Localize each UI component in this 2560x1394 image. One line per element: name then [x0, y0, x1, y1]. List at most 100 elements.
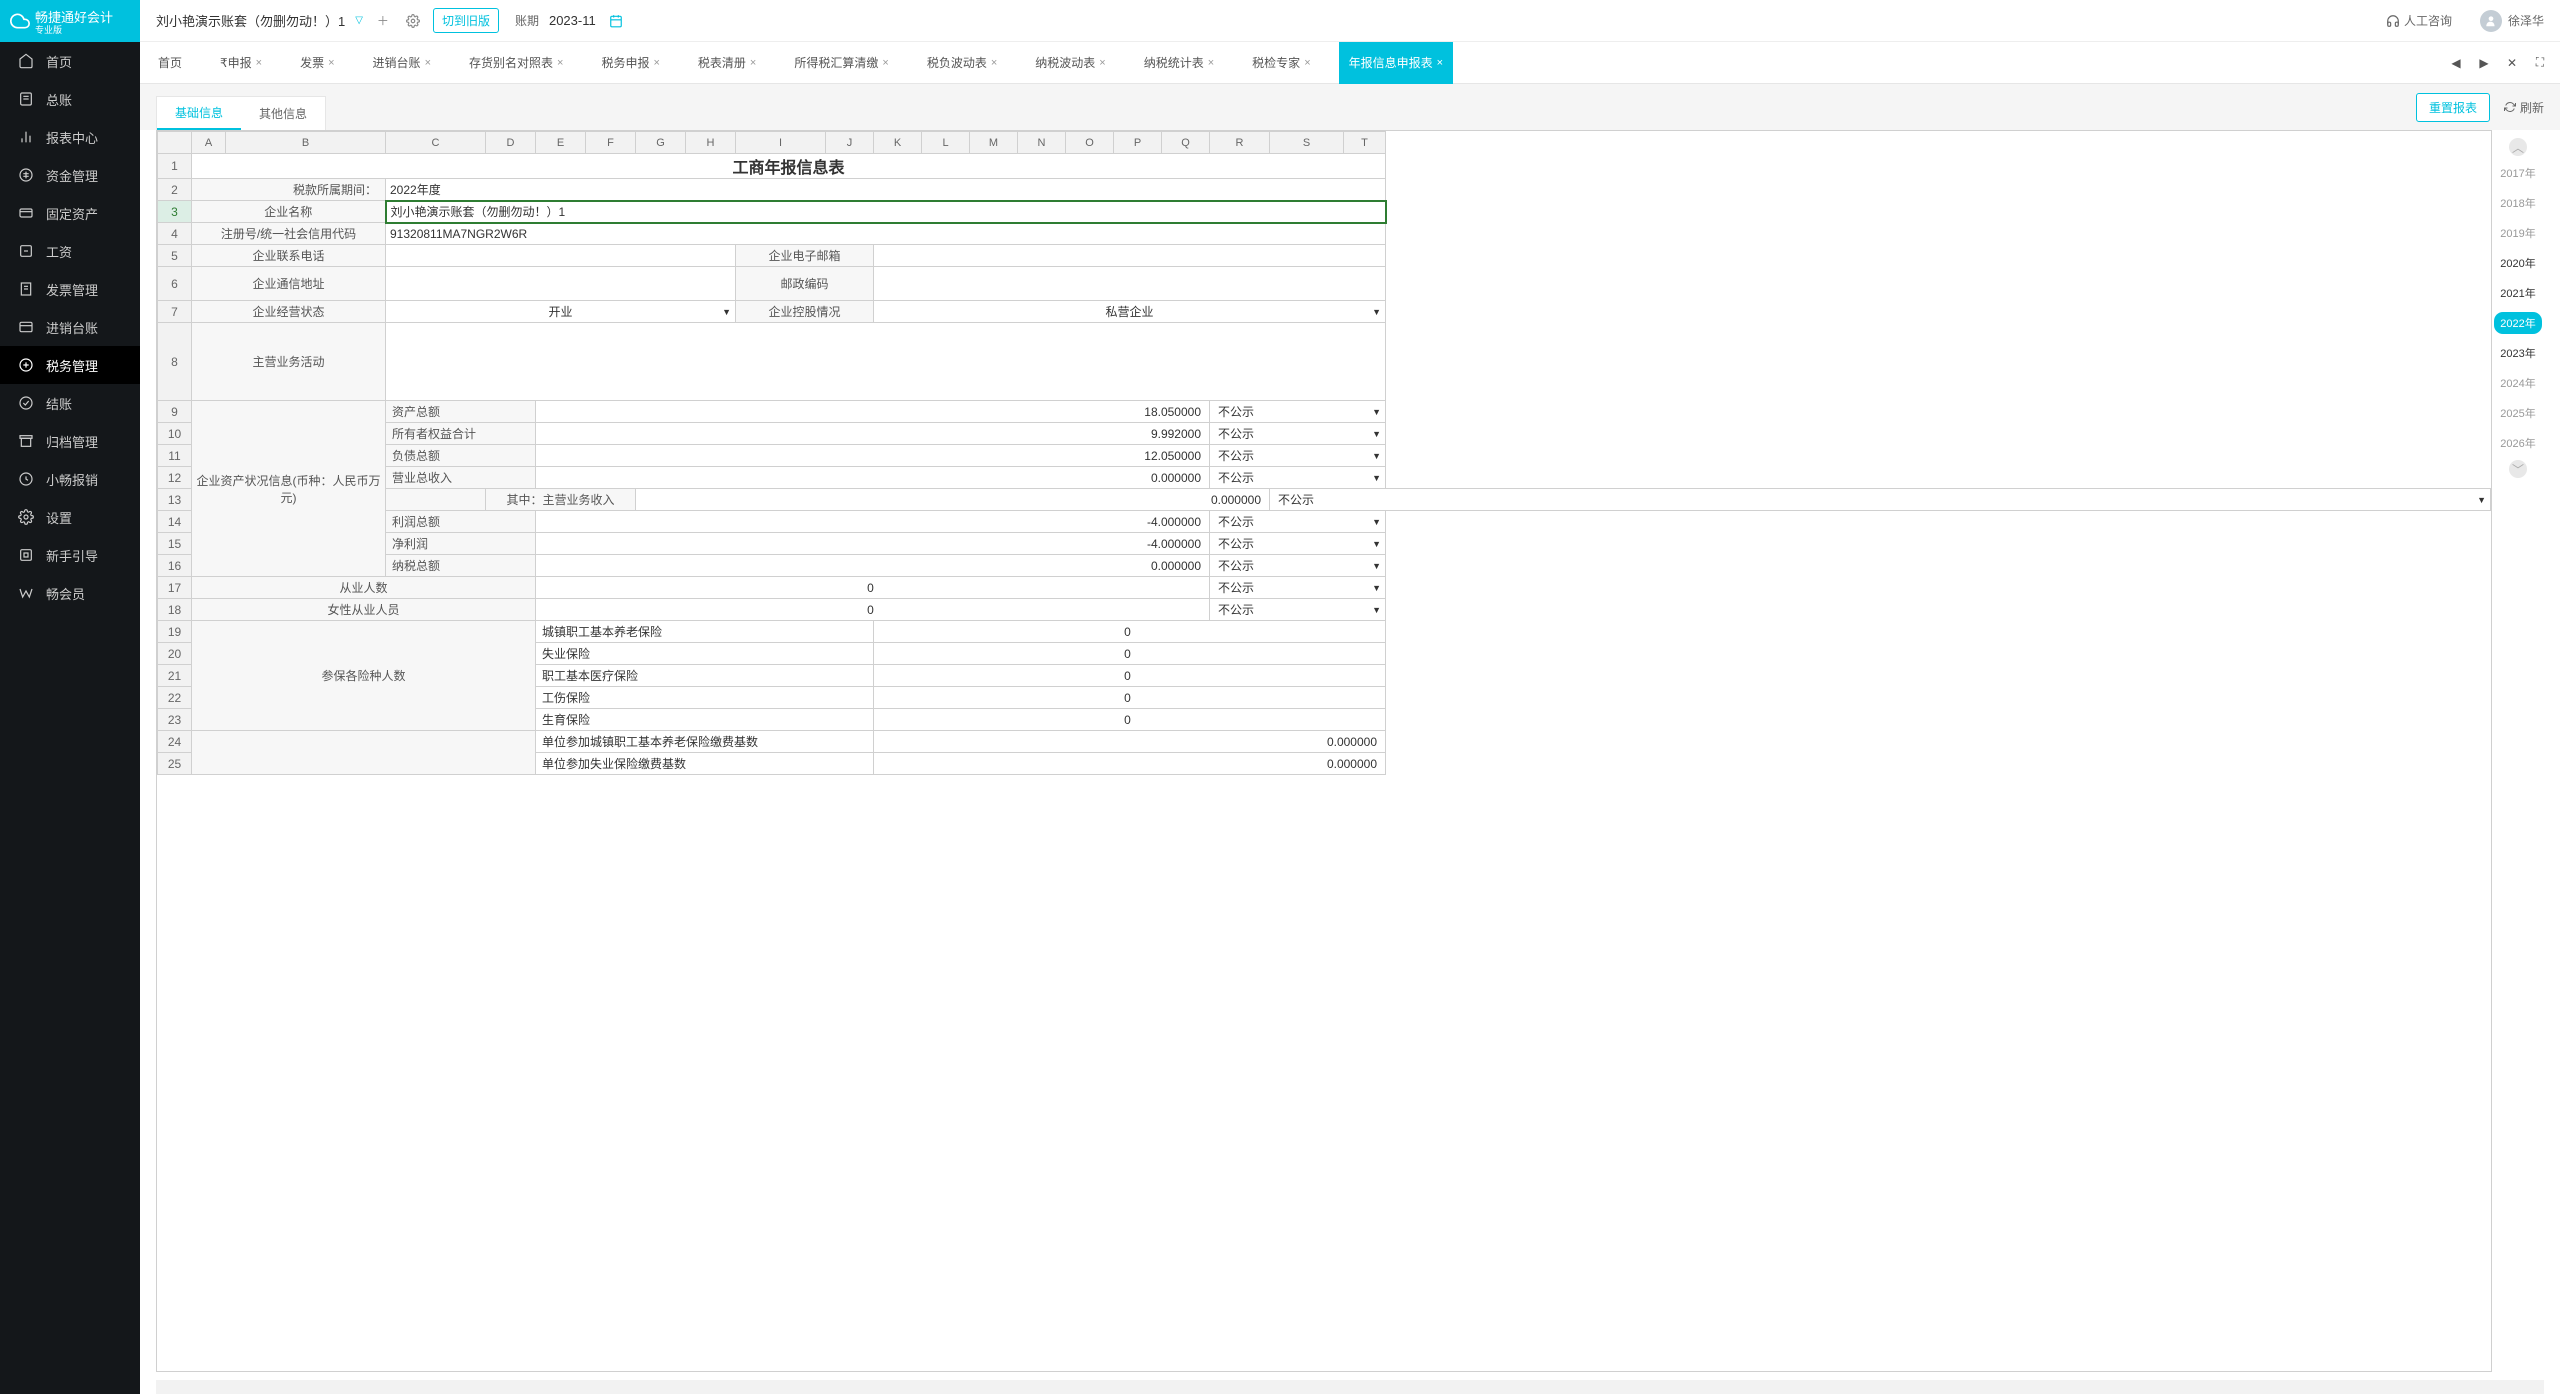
col-header[interactable]: F [586, 132, 636, 154]
visibility-select[interactable]: 不公示 [1210, 423, 1386, 445]
refresh-button[interactable]: 刷新 [2504, 99, 2544, 116]
row-header[interactable]: 5 [158, 245, 192, 267]
nav-invoice[interactable]: 发票管理 [0, 270, 140, 308]
consult-button[interactable]: 人工咨询 [2386, 12, 2452, 29]
credit-code-cell[interactable]: 91320811MA7NGR2W6R [386, 223, 1386, 245]
tab-close-icon[interactable]: × [882, 57, 888, 69]
fin-value[interactable]: -4.000000 [536, 511, 1210, 533]
fin-value[interactable]: 12.050000 [536, 445, 1210, 467]
col-header[interactable]: Q [1162, 132, 1210, 154]
ins-value[interactable]: 0 [874, 621, 1386, 643]
address-cell[interactable] [386, 267, 736, 301]
status-select[interactable]: 开业 [386, 301, 736, 323]
main-biz-cell[interactable] [386, 323, 1386, 401]
base-value[interactable]: 0.000000 [874, 731, 1386, 753]
postal-cell[interactable] [874, 267, 1386, 301]
row-header[interactable]: 17 [158, 577, 192, 599]
col-header[interactable]: L [922, 132, 970, 154]
ins-value[interactable]: 0 [874, 665, 1386, 687]
year-option[interactable]: 2019年 [2494, 222, 2541, 244]
row-header[interactable]: 8 [158, 323, 192, 401]
row-header[interactable]: 24 [158, 731, 192, 753]
tab-close-icon[interactable]: × [1208, 57, 1214, 69]
tab-close-icon[interactable]: × [256, 57, 262, 69]
select-all-cell[interactable] [158, 132, 192, 154]
doc-tab[interactable]: 税负波动表× [917, 42, 1007, 84]
tabs-next-icon[interactable]: ▶ [2472, 51, 2496, 75]
row-header[interactable]: 12 [158, 467, 192, 489]
gear-icon[interactable] [403, 11, 423, 31]
visibility-select[interactable]: 不公示 [1210, 533, 1386, 555]
tab-close-icon[interactable]: × [1304, 57, 1310, 69]
horizontal-scrollbar[interactable] [156, 1380, 2544, 1394]
col-header[interactable]: G [636, 132, 686, 154]
nav-purchase[interactable]: 进销台账 [0, 308, 140, 346]
year-up-icon[interactable]: ︿ [2509, 138, 2527, 156]
row-header[interactable]: 1 [158, 154, 192, 179]
col-header[interactable]: H [686, 132, 736, 154]
nav-archive[interactable]: 归档管理 [0, 422, 140, 460]
fin-value[interactable]: 18.050000 [536, 401, 1210, 423]
visibility-select[interactable]: 不公示 [1210, 555, 1386, 577]
tab-close-icon[interactable]: × [991, 57, 997, 69]
chevron-down-icon[interactable]: ▽ [355, 15, 363, 26]
year-option[interactable]: 2018年 [2494, 192, 2541, 214]
row-header[interactable]: 16 [158, 555, 192, 577]
visibility-select[interactable]: 不公示 [1210, 401, 1386, 423]
row-header[interactable]: 25 [158, 753, 192, 775]
col-header[interactable]: C [386, 132, 486, 154]
col-header[interactable]: D [486, 132, 536, 154]
base-value[interactable]: 0.000000 [874, 753, 1386, 775]
doc-tab[interactable]: 纳税波动表× [1025, 42, 1115, 84]
user-menu[interactable]: 徐泽华 [2480, 10, 2544, 32]
row-header[interactable]: 10 [158, 423, 192, 445]
col-header[interactable]: P [1114, 132, 1162, 154]
row-header[interactable]: 14 [158, 511, 192, 533]
nav-close[interactable]: 结账 [0, 384, 140, 422]
tabs-close-all-icon[interactable]: ✕ [2500, 51, 2524, 75]
company-name-cell[interactable]: 刘小艳演示账套（勿删勿动！）1 [386, 201, 1386, 223]
row-header[interactable]: 11 [158, 445, 192, 467]
col-header[interactable]: T [1344, 132, 1386, 154]
year-option[interactable]: 2026年 [2494, 432, 2541, 454]
ins-value[interactable]: 0 [874, 687, 1386, 709]
year-option[interactable]: 2017年 [2494, 162, 2541, 184]
row-header[interactable]: 13 [158, 489, 192, 511]
tab-close-icon[interactable]: × [1099, 57, 1105, 69]
ins-value[interactable]: 0 [874, 643, 1386, 665]
nav-settings[interactable]: 设置 [0, 498, 140, 536]
year-option[interactable]: 2023年 [2494, 342, 2541, 364]
period-value[interactable]: 2023-11 [549, 13, 596, 28]
year-option[interactable]: 2021年 [2494, 282, 2541, 304]
row-header[interactable]: 2 [158, 179, 192, 201]
nav-payroll[interactable]: 工资 [0, 232, 140, 270]
tab-close-icon[interactable]: × [1437, 57, 1443, 69]
spreadsheet[interactable]: ABCDEFGHIJKLMNOPQRST 1工商年报信息表2税款所属期间：202… [156, 130, 2492, 1372]
tab-close-icon[interactable]: × [328, 57, 334, 69]
nav-member[interactable]: 畅会员 [0, 574, 140, 612]
sub-tab[interactable]: 基础信息 [157, 97, 241, 130]
female-value[interactable]: 0 [536, 599, 1210, 621]
doc-tab[interactable]: 纳税统计表× [1134, 42, 1224, 84]
doc-tab[interactable]: 存货别名对照表× [459, 42, 573, 84]
visibility-select[interactable]: 不公示 [1210, 577, 1386, 599]
switch-old-version-button[interactable]: 切到旧版 [433, 8, 499, 33]
add-icon[interactable]: ＋ [373, 11, 393, 31]
doc-tab[interactable]: 发票× [290, 42, 344, 84]
col-header[interactable]: I [736, 132, 826, 154]
year-down-icon[interactable]: ﹀ [2509, 460, 2527, 478]
col-header[interactable]: M [970, 132, 1018, 154]
reset-report-button[interactable]: 重置报表 [2416, 93, 2490, 122]
holding-select[interactable]: 私营企业 [874, 301, 1386, 323]
row-header[interactable]: 7 [158, 301, 192, 323]
doc-tab[interactable]: 税务申报× [591, 42, 669, 84]
col-header[interactable]: O [1066, 132, 1114, 154]
visibility-select[interactable]: 不公示 [1210, 511, 1386, 533]
row-header[interactable]: 20 [158, 643, 192, 665]
tab-close-icon[interactable]: × [425, 57, 431, 69]
doc-tab[interactable]: ₹申报× [210, 42, 272, 84]
row-header[interactable]: 21 [158, 665, 192, 687]
visibility-select[interactable]: 不公示 [1270, 489, 2491, 511]
tabs-prev-icon[interactable]: ◀ [2444, 51, 2468, 75]
year-option[interactable]: 2022年 [2494, 312, 2541, 334]
